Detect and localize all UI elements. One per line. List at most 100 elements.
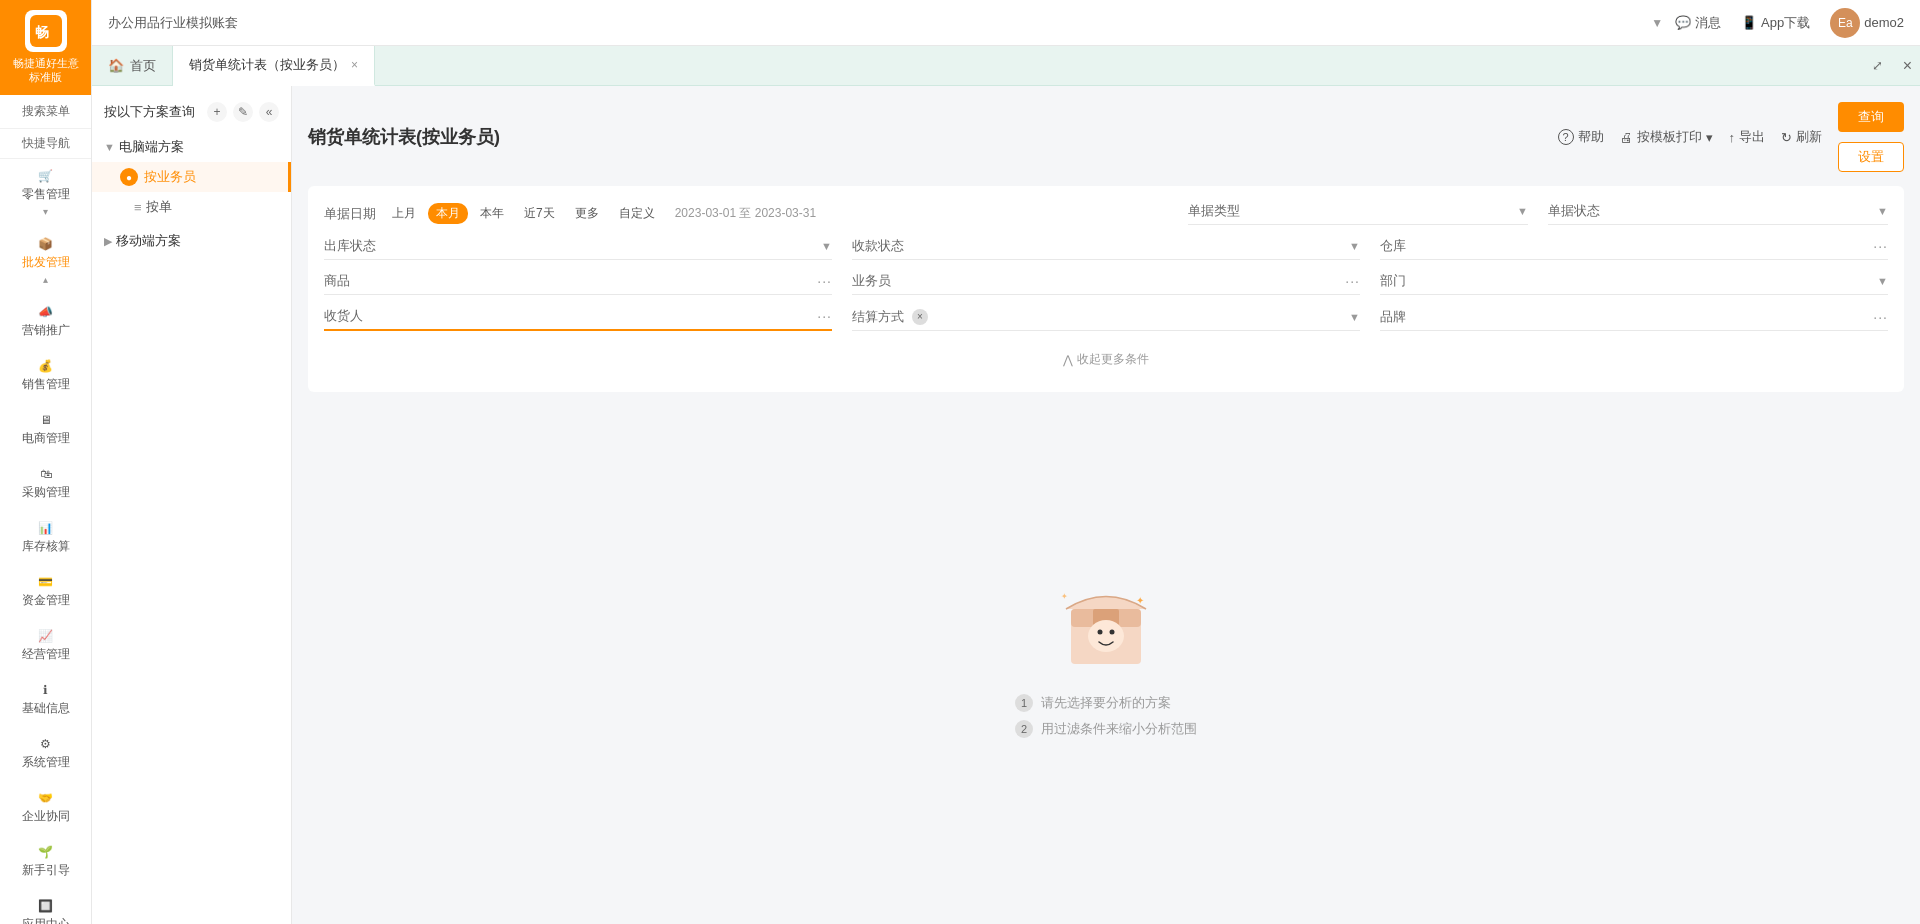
brand-dots[interactable]: ··· [1873, 309, 1888, 325]
outbound-arrow[interactable]: ▼ [821, 240, 832, 252]
topbar: 办公用品行业模拟账套 ▼ 💬 消息 📱 App下载 Ea demo2 [92, 0, 1920, 46]
collapse-panel-button[interactable]: « [259, 102, 279, 122]
sidebar-search[interactable]: 搜索菜单 [0, 95, 91, 129]
department-arrow[interactable]: ▼ [1877, 275, 1888, 287]
sidebar-item-system[interactable]: ⚙ 系统管理 [0, 727, 91, 781]
query-button[interactable]: 查询 [1838, 102, 1904, 132]
collapse-icon: « [266, 105, 273, 119]
close-window-button[interactable]: × [1895, 57, 1920, 75]
app-download-button[interactable]: 📱 App下载 [1741, 14, 1810, 32]
tab-home[interactable]: 🏠 首页 [92, 46, 173, 86]
settlement-arrow[interactable]: ▼ [1349, 311, 1360, 323]
sales-icon: 💰 [38, 359, 53, 373]
receipt-arrow[interactable]: ▼ [1349, 240, 1360, 252]
doc-type-label: 单据类型 [1188, 202, 1240, 220]
tree-item-by-order[interactable]: ≡ 按单 [92, 192, 291, 222]
print-icon: 🖨 [1620, 130, 1633, 145]
sidebar-item-apps[interactable]: 🔲 应用中心 [0, 889, 91, 924]
wholesale-icon: 📦 [38, 237, 53, 251]
sidebar-item-newbie[interactable]: 🌱 新手引导 [0, 835, 91, 889]
group-expand-icon: ▼ [104, 141, 115, 153]
sidebar-item-corp[interactable]: 🤝 企业协同 [0, 781, 91, 835]
settings-button[interactable]: 设置 [1838, 142, 1904, 172]
logo-area[interactable]: 畅 畅捷通好生意 标准版 [0, 0, 91, 95]
desktop-scheme-header[interactable]: ▼ 电脑端方案 [92, 132, 291, 162]
product-dots[interactable]: ··· [817, 273, 832, 289]
print-dropdown-icon: ▾ [1706, 130, 1713, 145]
doc-status-arrow[interactable]: ▼ [1877, 205, 1888, 217]
date-tabs: 上月 本月 本年 近7天 更多 自定义 2023-03-01 至 2023-03… [384, 203, 816, 224]
brand-label: 品牌 [1380, 308, 1432, 326]
salesperson-dots[interactable]: ··· [1345, 273, 1360, 289]
date-tab-more[interactable]: 更多 [567, 203, 607, 224]
sidebar-item-finance[interactable]: 💳 资金管理 [0, 565, 91, 619]
doc-type-arrow[interactable]: ▼ [1517, 205, 1528, 217]
svg-text:✦: ✦ [1061, 592, 1068, 601]
maximize-button[interactable]: ⤢ [1860, 58, 1895, 73]
help-icon: ? [1558, 129, 1574, 145]
left-panel: 按以下方案查询 + ✎ « ▼ 电脑端方案 [92, 86, 292, 924]
sidebar-item-sales[interactable]: 💰 销售管理 [0, 349, 91, 403]
left-panel-header: 按以下方案查询 + ✎ « [92, 96, 291, 128]
product-label: 商品 [324, 272, 376, 290]
topbar-dropdown[interactable]: ▼ [1651, 16, 1663, 30]
svg-text:✦: ✦ [1136, 595, 1144, 606]
sidebar-item-marketing[interactable]: 📣 营销推广 [0, 295, 91, 349]
date-label: 单据日期 [324, 205, 376, 223]
settlement-clear-button[interactable]: × [912, 309, 928, 325]
outbound-label: 出库状态 [324, 237, 376, 255]
collapse-button[interactable]: ⋀ 收起更多条件 [1063, 351, 1149, 368]
retail-icon: 🛒 [38, 169, 53, 183]
date-tab-last-month[interactable]: 上月 [384, 203, 424, 224]
warehouse-filter: 仓库 ··· [1380, 237, 1888, 260]
receiver-dots[interactable]: ··· [817, 308, 832, 324]
sidebar-item-ecommerce[interactable]: 🖥 电商管理 [0, 403, 91, 457]
tip-num-2: 2 [1015, 720, 1033, 738]
message-icon: 💬 [1675, 15, 1691, 30]
settlement-label: 结算方式 [852, 308, 904, 326]
sidebar-item-purchase[interactable]: 🛍 采购管理 [0, 457, 91, 511]
app-icon: 📱 [1741, 15, 1757, 30]
date-tab-custom[interactable]: 自定义 [611, 203, 663, 224]
warehouse-label: 仓库 [1380, 237, 1432, 255]
sidebar-item-inventory[interactable]: 📊 库存核算 [0, 511, 91, 565]
page-actions: ? 帮助 🖨 按模板打印 ▾ ↑ 导出 ↻ 刷新 [1558, 102, 1905, 172]
add-scheme-button[interactable]: + [207, 102, 227, 122]
help-button[interactable]: ? 帮助 [1558, 128, 1604, 146]
date-tab-this-month[interactable]: 本月 [428, 203, 468, 224]
refresh-button[interactable]: ↻ 刷新 [1781, 128, 1822, 146]
svg-point-7 [1110, 630, 1115, 635]
department-filter: 部门 ▼ [1380, 272, 1888, 295]
mobile-scheme-header[interactable]: ▶ 移动端方案 [92, 226, 291, 256]
basic-icon: ℹ [43, 683, 48, 697]
corp-icon: 🤝 [38, 791, 53, 805]
tab-close-button[interactable]: × [351, 58, 358, 72]
message-button[interactable]: 💬 消息 [1675, 14, 1721, 32]
sidebar-quick-nav[interactable]: 快捷导航 [0, 129, 91, 159]
warehouse-dots[interactable]: ··· [1873, 238, 1888, 254]
right-panel: 销货单统计表(按业务员) ? 帮助 🖨 按模板打印 ▾ ↑ 导出 [292, 86, 1920, 924]
date-tab-this-year[interactable]: 本年 [472, 203, 512, 224]
active-dot: ● [120, 168, 138, 186]
department-label: 部门 [1380, 272, 1432, 290]
sidebar-item-wholesale[interactable]: 📦 批发管理 ▴ [0, 227, 91, 295]
doc-status-label: 单据状态 [1548, 202, 1600, 220]
export-button[interactable]: ↑ 导出 [1729, 128, 1766, 146]
edit-scheme-button[interactable]: ✎ [233, 102, 253, 122]
sidebar-item-retail[interactable]: 🛒 零售管理 ▾ [0, 159, 91, 227]
edit-icon: ✎ [238, 105, 248, 119]
tab-sales-report[interactable]: 销货单统计表（按业务员） × [173, 46, 375, 86]
print-button[interactable]: 🖨 按模板打印 ▾ [1620, 128, 1713, 146]
user-menu[interactable]: Ea demo2 [1830, 8, 1904, 38]
sidebar-item-basic[interactable]: ℹ 基础信息 [0, 673, 91, 727]
tip-num-1: 1 [1015, 694, 1033, 712]
receiver-filter: 收货人 ··· [324, 307, 832, 331]
date-tab-7days[interactable]: 近7天 [516, 203, 563, 224]
logo-icon: 畅 [25, 10, 67, 52]
ecommerce-icon: 🖥 [40, 413, 52, 427]
newbie-icon: 🌱 [38, 845, 53, 859]
system-icon: ⚙ [40, 737, 51, 751]
empty-tips: 1 请先选择要分析的方案 2 用过滤条件来缩小分析范围 [1015, 694, 1197, 738]
tree-item-by-salesperson[interactable]: ● 按业务员 [92, 162, 291, 192]
sidebar-item-operation[interactable]: 📈 经营管理 [0, 619, 91, 673]
